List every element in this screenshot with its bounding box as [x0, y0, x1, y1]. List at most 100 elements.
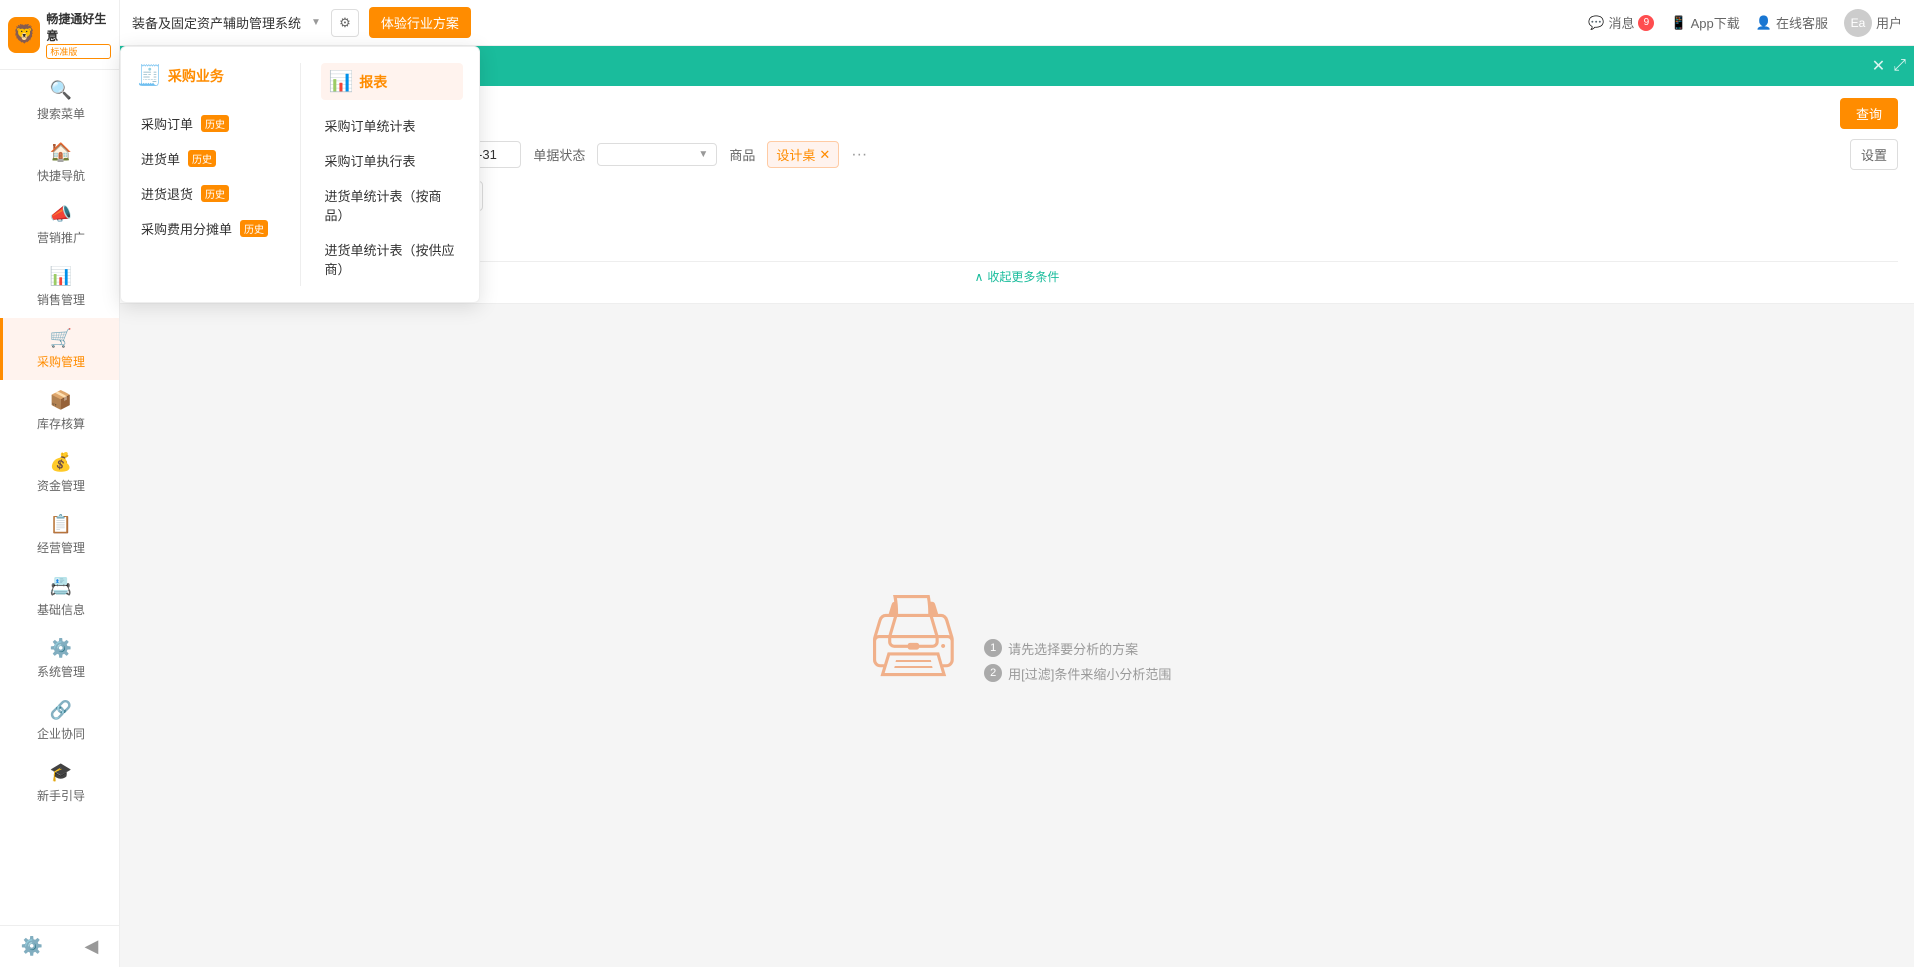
sidebar-nav: 🔍 搜索菜单 🏠 快捷导航 📣 营销推广 📊 销售管理 🛒 采购管理 📦 — [0, 70, 119, 925]
app-download-label: App下载 — [1691, 13, 1740, 32]
goods-label: 商品 — [729, 145, 755, 164]
message-label: 消息 — [1608, 13, 1634, 32]
hint-item-1: 1 请先选择要分析的方案 — [984, 639, 1138, 658]
query-btn[interactable]: 查询 — [1840, 98, 1898, 129]
hint-text-2: 用[过滤]条件来缩小分析范围 — [1008, 664, 1171, 683]
finance-icon: 💰 — [50, 452, 72, 473]
menu-item-purchase-order-stat[interactable]: 采购订单统计表 — [321, 108, 464, 143]
menu-item-label: 进货退货 — [141, 184, 193, 203]
sidebar-item-search[interactable]: 🔍 搜索菜单 — [0, 70, 119, 132]
hint-num-2: 2 — [984, 664, 1002, 682]
menu-item-stock-stat-supplier[interactable]: 进货单统计表（按供应商） — [321, 232, 464, 286]
search-icon: 🔍 — [50, 80, 72, 101]
menu-item-label: 采购订单统计表 — [325, 116, 416, 135]
service-icon: 👤 — [1756, 15, 1772, 31]
sidebar-item-quick-nav-label: 快捷导航 — [37, 167, 85, 184]
goods-tag-text: 设计桌 — [776, 145, 815, 164]
collapse-label: 收起更多条件 — [987, 268, 1059, 285]
menu-item-stock-in[interactable]: 进货单 历史 — [137, 141, 280, 176]
order-status-label: 单据状态 — [533, 145, 585, 164]
report-col-icon: 📊 — [329, 69, 354, 94]
menu-item-label: 采购订单执行表 — [325, 151, 416, 170]
sidebar-item-finance-label: 资金管理 — [37, 477, 85, 494]
sidebar-item-newbie[interactable]: 🎓 新手引导 — [0, 752, 119, 814]
industry-btn[interactable]: 体验行业方案 — [369, 7, 471, 38]
hist-badge: 历史 — [201, 115, 229, 132]
sidebar-item-sales-label: 销售管理 — [37, 291, 85, 308]
online-service-btn[interactable]: 👤 在线客服 — [1756, 13, 1828, 32]
sidebar-item-enterprise[interactable]: 🔗 企业协同 — [0, 690, 119, 752]
sidebar-item-newbie-label: 新手引导 — [37, 787, 85, 804]
sidebar-item-marketing-label: 营销推广 — [37, 229, 85, 246]
goods-more-btn[interactable]: ··· — [851, 146, 867, 164]
sidebar-item-sales[interactable]: 📊 销售管理 — [0, 256, 119, 318]
menu-item-label: 采购订单 — [141, 114, 193, 133]
report-col-title-text: 报表 — [359, 72, 387, 92]
menu-divider — [300, 63, 301, 286]
logo-text: 畅捷通好生意 标准版 — [46, 10, 111, 59]
sidebar-item-system-label: 系统管理 — [37, 663, 85, 680]
inventory-icon: 📦 — [50, 390, 72, 411]
empty-icon: 🖨 — [863, 589, 965, 683]
menu-item-label: 进货单统计表（按商品） — [325, 186, 460, 224]
order-status-select[interactable]: ▼ — [597, 143, 717, 166]
sidebar: 🦁 畅捷通好生意 标准版 🔍 搜索菜单 🏠 快捷导航 📣 营销推广 📊 销售管理 — [0, 0, 120, 967]
sidebar-item-finance[interactable]: 💰 资金管理 — [0, 442, 119, 504]
hist-badge: 历史 — [201, 185, 229, 202]
tabbar-right: ✕ ⤢ — [1872, 56, 1906, 76]
basic-icon: 📇 — [50, 576, 72, 597]
logo-title: 畅捷通好生意 — [46, 10, 111, 44]
menu-item-purchase-order[interactable]: 采购订单 历史 — [137, 106, 280, 141]
operation-icon: 📋 — [50, 514, 72, 535]
hint-num-1: 1 — [984, 639, 1002, 657]
user-label: 用户 — [1876, 13, 1902, 32]
settings-sm-btn[interactable]: 设置 — [1850, 139, 1898, 170]
avatar: Ea — [1844, 9, 1872, 37]
sidebar-item-search-label: 搜索菜单 — [37, 105, 85, 122]
goods-tag-close[interactable]: ✕ — [819, 147, 830, 163]
sidebar-collapse-btn[interactable]: ◀ — [84, 936, 98, 957]
menu-item-stock-stat-goods[interactable]: 进货单统计表（按商品） — [321, 178, 464, 232]
close-window-icon[interactable]: ✕ — [1872, 56, 1885, 76]
topbar-dropdown[interactable]: ▼ — [311, 17, 321, 28]
sidebar-item-basic[interactable]: 📇 基础信息 — [0, 566, 119, 628]
online-service-label: 在线客服 — [1776, 13, 1828, 32]
menu-item-purchase-expense[interactable]: 采购费用分摊单 历史 — [137, 211, 280, 246]
sidebar-item-quick-nav[interactable]: 🏠 快捷导航 — [0, 132, 119, 194]
sidebar-item-operation-label: 经营管理 — [37, 539, 85, 556]
purchase-col-icon: 🧾 — [137, 63, 162, 88]
chevron-up-icon: ∧ — [975, 270, 984, 284]
message-badge: 9 — [1638, 15, 1654, 31]
sidebar-item-enterprise-label: 企业协同 — [37, 725, 85, 742]
message-btn[interactable]: 💬 消息 9 — [1588, 13, 1654, 32]
expand-icon[interactable]: ⤢ — [1893, 57, 1906, 75]
logo-badge: 标准版 — [46, 44, 111, 59]
enterprise-icon: 🔗 — [50, 700, 72, 721]
menu-item-purchase-order-exec[interactable]: 采购订单执行表 — [321, 143, 464, 178]
sidebar-item-marketing[interactable]: 📣 营销推广 — [0, 194, 119, 256]
hist-badge: 历史 — [240, 220, 268, 237]
sidebar-item-operation[interactable]: 📋 经营管理 — [0, 504, 119, 566]
goods-tag: 设计桌 ✕ — [767, 141, 839, 168]
sidebar-settings-btn[interactable]: ⚙️ — [21, 936, 43, 957]
topbar-settings-btn[interactable]: ⚙ — [331, 9, 359, 37]
hint-item-2: 2 用[过滤]条件来缩小分析范围 — [984, 664, 1171, 683]
hist-badge: 历史 — [188, 150, 216, 167]
purchase-col-title-text: 采购业务 — [168, 66, 224, 86]
sidebar-item-purchase-label: 采购管理 — [37, 353, 85, 370]
sidebar-logo: 🦁 畅捷通好生意 标准版 — [0, 0, 119, 70]
sidebar-item-inventory[interactable]: 📦 库存核算 — [0, 380, 119, 442]
newbie-icon: 🎓 — [50, 762, 72, 783]
empty-state: 🖨 1 请先选择要分析的方案 2 用[过滤]条件来缩小分析范围 — [863, 589, 1172, 683]
sidebar-item-inventory-label: 库存核算 — [37, 415, 85, 432]
user-btn[interactable]: Ea 用户 — [1844, 9, 1902, 37]
marketing-icon: 📣 — [50, 204, 72, 225]
menu-item-stock-return[interactable]: 进货退货 历史 — [137, 176, 280, 211]
topbar-system-title: 装备及固定资产辅助管理系统 — [132, 13, 301, 32]
sidebar-item-system[interactable]: ⚙️ 系统管理 — [0, 628, 119, 690]
logo-icon: 🦁 — [8, 17, 40, 53]
sidebar-item-purchase[interactable]: 🛒 采购管理 — [0, 318, 119, 380]
phone-icon: 📱 — [1670, 15, 1686, 31]
app-download-btn[interactable]: 📱 App下载 — [1670, 13, 1739, 32]
purchase-icon: 🛒 — [50, 328, 72, 349]
